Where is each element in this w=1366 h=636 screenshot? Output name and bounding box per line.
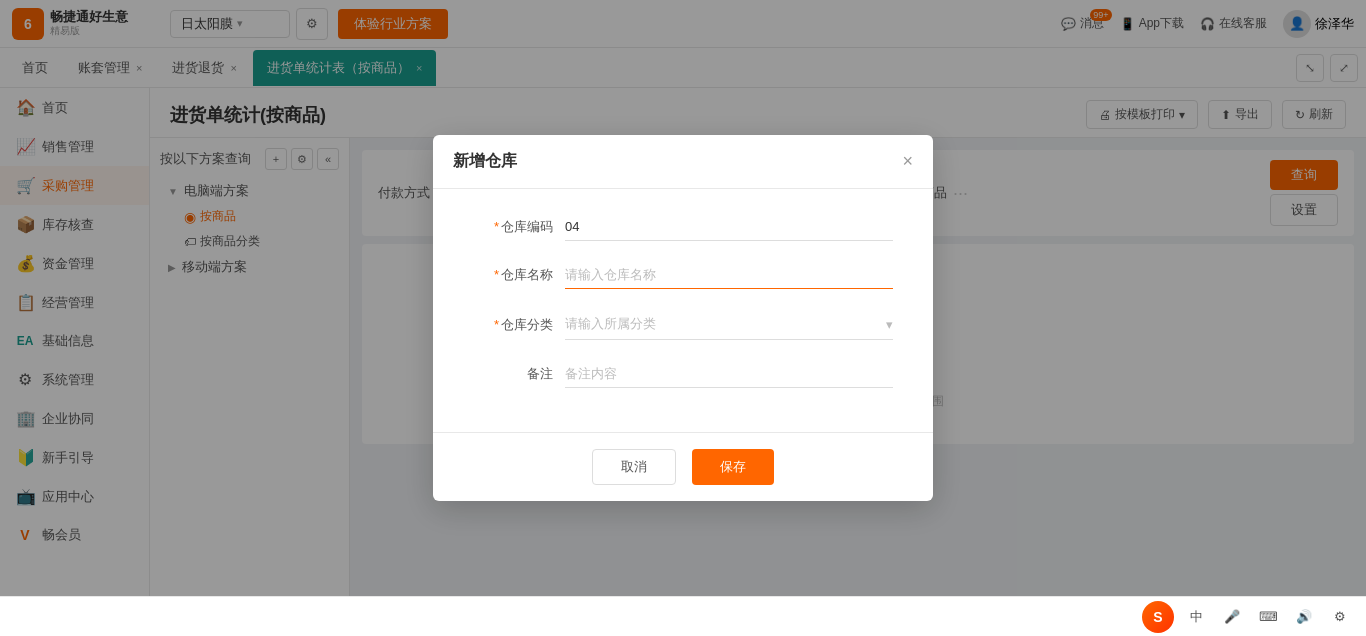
remark-input[interactable] (565, 360, 893, 388)
modal-footer: 取消 保存 (433, 432, 933, 501)
form-row-code: *仓库编码 (473, 213, 893, 241)
save-button[interactable]: 保存 (692, 449, 774, 485)
modal-close-button[interactable]: × (902, 151, 913, 172)
category-label: *仓库分类 (473, 316, 553, 334)
name-input[interactable] (565, 261, 893, 289)
name-label: *仓库名称 (473, 266, 553, 284)
add-warehouse-modal: 新增仓库 × *仓库编码 *仓库名称 *仓库分类 (433, 135, 933, 501)
modal-body: *仓库编码 *仓库名称 *仓库分类 请输入所属分类 ▾ (433, 189, 933, 432)
form-row-name: *仓库名称 (473, 261, 893, 289)
bottom-bar: S 中 🎤 ⌨ 🔊 ⚙ (0, 596, 1366, 636)
form-row-category: *仓库分类 请输入所属分类 ▾ (473, 309, 893, 340)
modal-overlay[interactable]: 新增仓库 × *仓库编码 *仓库名称 *仓库分类 (0, 0, 1366, 636)
modal-title: 新增仓库 (453, 151, 517, 172)
category-arrow-icon: ▾ (886, 317, 893, 332)
s-logo: S (1142, 601, 1174, 633)
form-row-remark: 备注 (473, 360, 893, 388)
bottom-mic-button[interactable]: 🎤 (1218, 603, 1246, 631)
bottom-zh-button[interactable]: 中 (1182, 603, 1210, 631)
bottom-settings-button[interactable]: ⚙ (1326, 603, 1354, 631)
cancel-button[interactable]: 取消 (592, 449, 676, 485)
code-input[interactable] (565, 213, 893, 241)
code-label: *仓库编码 (473, 218, 553, 236)
bottom-sound-button[interactable]: 🔊 (1290, 603, 1318, 631)
code-required-mark: * (494, 219, 499, 234)
name-required-mark: * (494, 267, 499, 282)
category-placeholder: 请输入所属分类 (565, 315, 656, 333)
category-select[interactable]: 请输入所属分类 ▾ (565, 309, 893, 340)
modal-header: 新增仓库 × (433, 135, 933, 189)
bottom-keyboard-button[interactable]: ⌨ (1254, 603, 1282, 631)
category-required-mark: * (494, 317, 499, 332)
remark-label: 备注 (473, 365, 553, 383)
